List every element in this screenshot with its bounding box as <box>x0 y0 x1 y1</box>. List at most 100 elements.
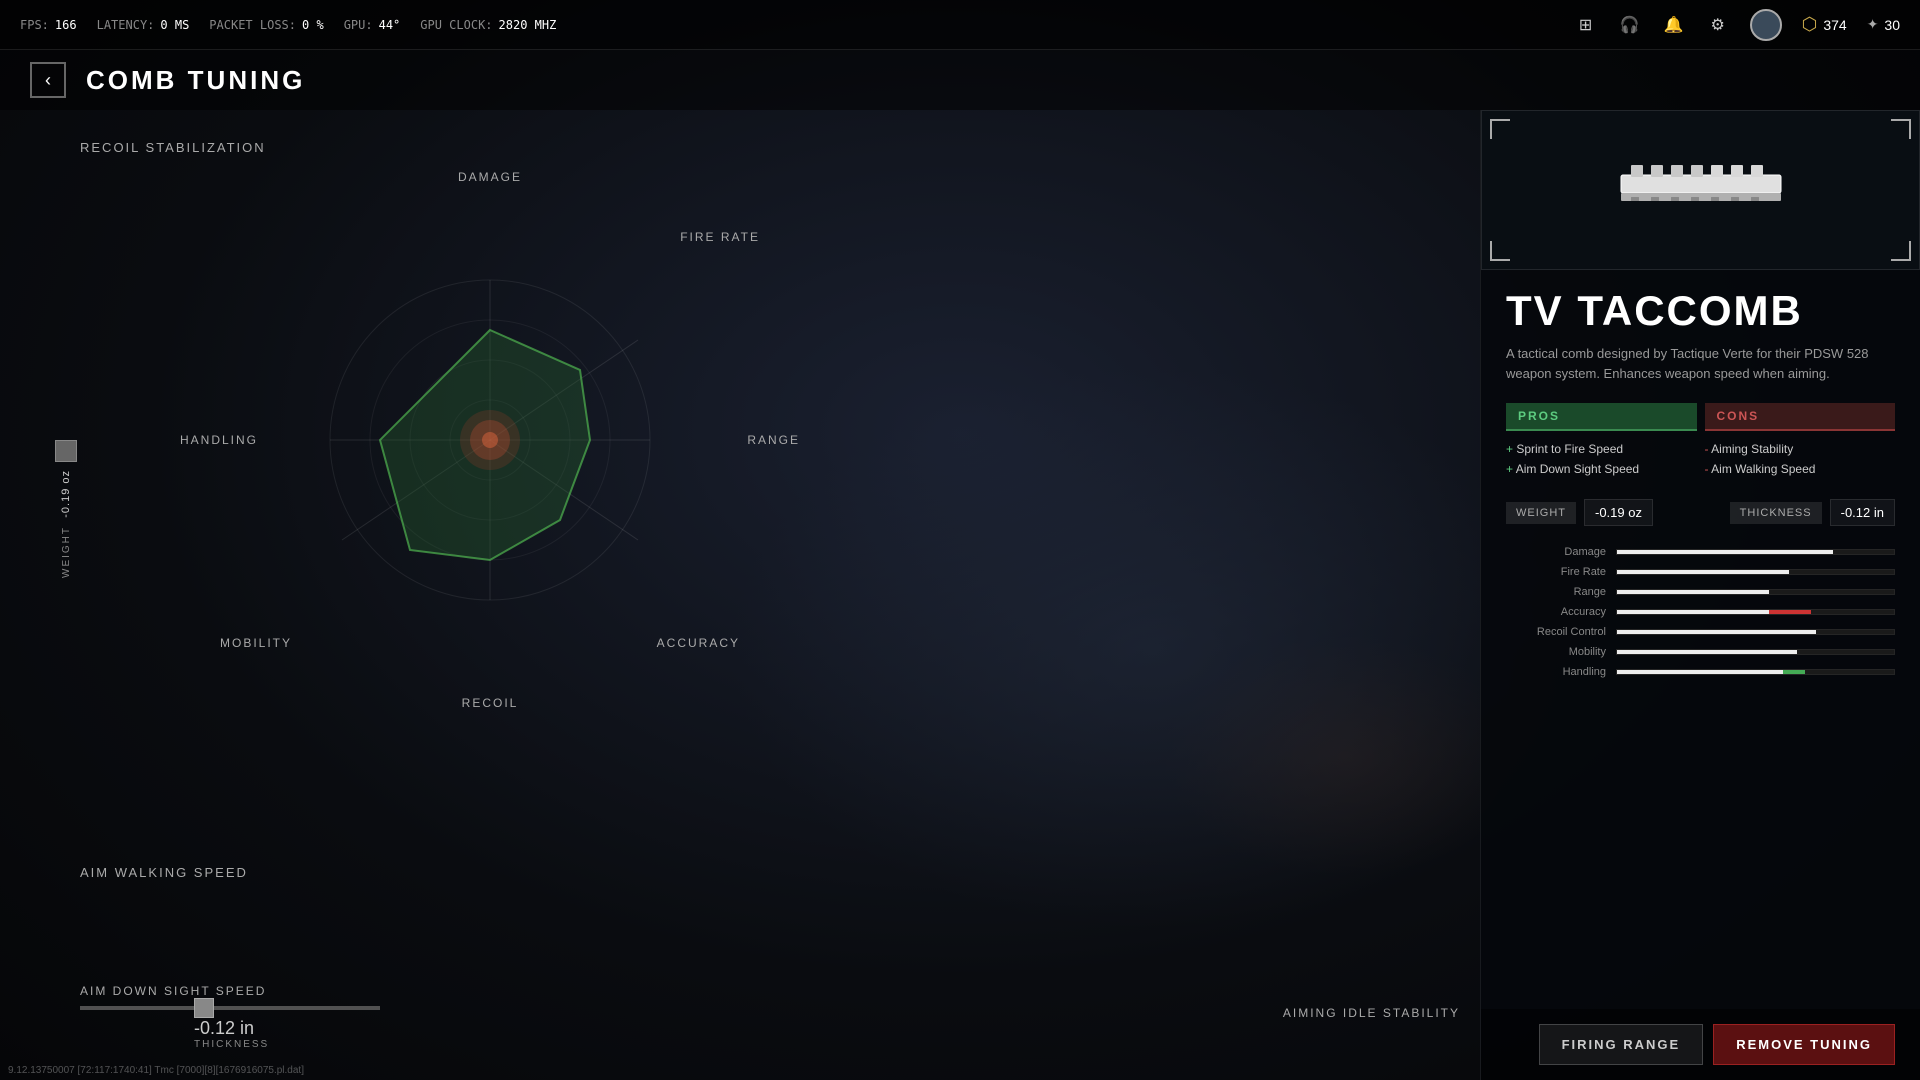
stat-fill-mobility <box>1617 650 1797 654</box>
page-header: ‹ COMB TUNING <box>0 50 1920 110</box>
back-arrow-icon: ‹ <box>45 70 51 91</box>
stat-bar-range: Range <box>1506 586 1895 598</box>
fps-value: 166 <box>55 18 77 32</box>
cons-header: CONS <box>1705 403 1896 431</box>
hud-stats: FPS: 166 LATENCY: 0 MS PACKET LOSS: 0 % … <box>20 18 556 32</box>
currency-tokens: ✦ 30 <box>1867 16 1900 33</box>
back-button[interactable]: ‹ <box>30 62 66 98</box>
attachment-description: A tactical comb designed by Tactique Ver… <box>1506 344 1895 383</box>
cod-points-icon: ⬡ <box>1802 14 1818 35</box>
stat-track-firerate <box>1616 569 1895 575</box>
stat-track-accuracy <box>1616 609 1895 615</box>
pro-item-1: Sprint to Fire Speed <box>1506 439 1697 459</box>
pros-header: PROS <box>1506 403 1697 431</box>
fps-label: FPS: <box>20 18 49 32</box>
con-item-1: Aiming Stability <box>1705 439 1896 459</box>
tokens-value: 30 <box>1884 17 1900 33</box>
stat-bar-damage: Damage <box>1506 546 1895 558</box>
aiming-idle-stability-label: AIMING IDLE STABILITY <box>1283 1006 1460 1020</box>
stat-bar-mobility: Mobility <box>1506 646 1895 658</box>
radar-label-mobility: MOBILITY <box>220 636 292 650</box>
headset-icon[interactable]: 🎧 <box>1618 13 1642 37</box>
aim-walking-speed-label: AIM WALKING SPEED <box>80 865 248 880</box>
stat-fill-firerate <box>1617 570 1789 574</box>
gpu-label: GPU: <box>344 18 373 32</box>
debug-bar: 9.12.13750007 [72:117:1740:41] Tmc [7000… <box>0 1061 312 1080</box>
left-panel: RECOIL STABILIZATION -0.19 oz WEIGHT DAM… <box>0 110 1480 1080</box>
stat-label-mobility: Mobility <box>1506 646 1606 658</box>
corner-bl <box>1490 241 1510 261</box>
cons-box: CONS Aiming Stability Aim Walking Speed <box>1705 403 1896 479</box>
grid-icon[interactable]: ⊞ <box>1574 13 1598 37</box>
latency-label: LATENCY: <box>97 18 155 32</box>
stat-fill-accuracy-accent <box>1769 610 1811 614</box>
latency-stat: LATENCY: 0 MS <box>97 18 190 32</box>
attachment-image <box>1601 150 1801 230</box>
con-item-2: Aim Walking Speed <box>1705 459 1896 479</box>
aim-down-sight-slider[interactable] <box>194 998 214 1018</box>
gpu-value: 44° <box>379 18 401 32</box>
radar-label-handling: HANDLING <box>180 433 258 447</box>
thickness-slider-value: -0.12 in <box>194 1018 269 1039</box>
stat-bar-firerate: Fire Rate <box>1506 566 1895 578</box>
cod-points-value: 374 <box>1823 17 1846 33</box>
attachment-preview <box>1481 110 1920 270</box>
weight-label: WEIGHT <box>1506 502 1576 524</box>
stat-track-range <box>1616 589 1895 595</box>
gpu-clock-stat: GPU CLOCK: 2820 MHZ <box>420 18 556 32</box>
corner-br <box>1891 241 1911 261</box>
thickness-label: THICKNESS <box>1730 502 1822 524</box>
weight-slider-handle[interactable] <box>55 440 77 462</box>
packet-loss-label: PACKET LOSS: <box>209 18 296 32</box>
currency-cod-points: ⬡ 374 <box>1802 14 1847 35</box>
packet-loss-stat: PACKET LOSS: 0 % <box>209 18 323 32</box>
attachment-name: TV TACCOMB <box>1506 290 1895 332</box>
thickness-stat-value: -0.12 in <box>1830 499 1895 526</box>
packet-loss-value: 0 % <box>302 18 324 32</box>
right-panel: TV TACCOMB A tactical comb designed by T… <box>1480 110 1920 1080</box>
pros-box: PROS Sprint to Fire Speed Aim Down Sight… <box>1506 403 1697 479</box>
thickness-box: THICKNESS -0.12 in <box>1730 499 1895 526</box>
gpu-stat: GPU: 44° <box>344 18 401 32</box>
stat-fill-handling-base <box>1617 670 1783 674</box>
main-content: RECOIL STABILIZATION -0.19 oz WEIGHT DAM… <box>0 110 1920 1080</box>
radar-label-damage: DAMAGE <box>458 170 522 184</box>
stat-fill-handling-green <box>1783 670 1805 674</box>
stat-label-handling: Handling <box>1506 666 1606 678</box>
stat-bar-recoil: Recoil Control <box>1506 626 1895 638</box>
aim-down-sight-label: AIM DOWN SIGHT SPEED <box>80 984 266 998</box>
corner-tr <box>1891 119 1911 139</box>
stat-label-recoil: Recoil Control <box>1506 626 1606 638</box>
thickness-slider-label: THICKNESS <box>194 1039 269 1050</box>
hud-right: ⊞ 🎧 🔔 ⚙ ⬡ 374 ✦ 30 <box>1574 9 1900 41</box>
stat-track-damage <box>1616 549 1895 555</box>
pros-cons: PROS Sprint to Fire Speed Aim Down Sight… <box>1506 403 1895 479</box>
latency-value: 0 MS <box>160 18 189 32</box>
stat-bar-accuracy: Accuracy <box>1506 606 1895 618</box>
tokens-icon: ✦ <box>1867 16 1879 33</box>
info-section: TV TACCOMB A tactical comb designed by T… <box>1481 270 1920 1009</box>
weight-box: WEIGHT -0.19 oz <box>1506 499 1653 526</box>
avatar[interactable] <box>1750 9 1782 41</box>
gear-icon[interactable]: ⚙ <box>1706 13 1730 37</box>
corner-tl <box>1490 119 1510 139</box>
stat-track-mobility <box>1616 649 1895 655</box>
stat-fill-recoil <box>1617 630 1816 634</box>
bottom-buttons: FIRING RANGE REMOVE TUNING <box>1481 1009 1920 1080</box>
radar-svg <box>290 240 690 640</box>
gpu-clock-label: GPU CLOCK: <box>420 18 492 32</box>
radar-label-firerate: FIRE RATE <box>680 230 760 244</box>
stat-fill-accuracy-base <box>1617 610 1769 614</box>
firing-range-button[interactable]: FIRING RANGE <box>1539 1024 1704 1065</box>
radar-chart-container: DAMAGE FIRE RATE RANGE ACCURACY RECOIL M… <box>180 170 800 710</box>
stat-track-recoil <box>1616 629 1895 635</box>
radar-label-range: RANGE <box>747 433 800 447</box>
stat-label-damage: Damage <box>1506 546 1606 558</box>
weight-stat-value: -0.19 oz <box>1584 499 1653 526</box>
page-title: COMB TUNING <box>86 65 305 96</box>
remove-tuning-button[interactable]: REMOVE TUNING <box>1713 1024 1895 1065</box>
bell-icon[interactable]: 🔔 <box>1662 13 1686 37</box>
stat-label-accuracy: Accuracy <box>1506 606 1606 618</box>
stat-label-firerate: Fire Rate <box>1506 566 1606 578</box>
weight-thickness-row: WEIGHT -0.19 oz THICKNESS -0.12 in <box>1506 499 1895 526</box>
